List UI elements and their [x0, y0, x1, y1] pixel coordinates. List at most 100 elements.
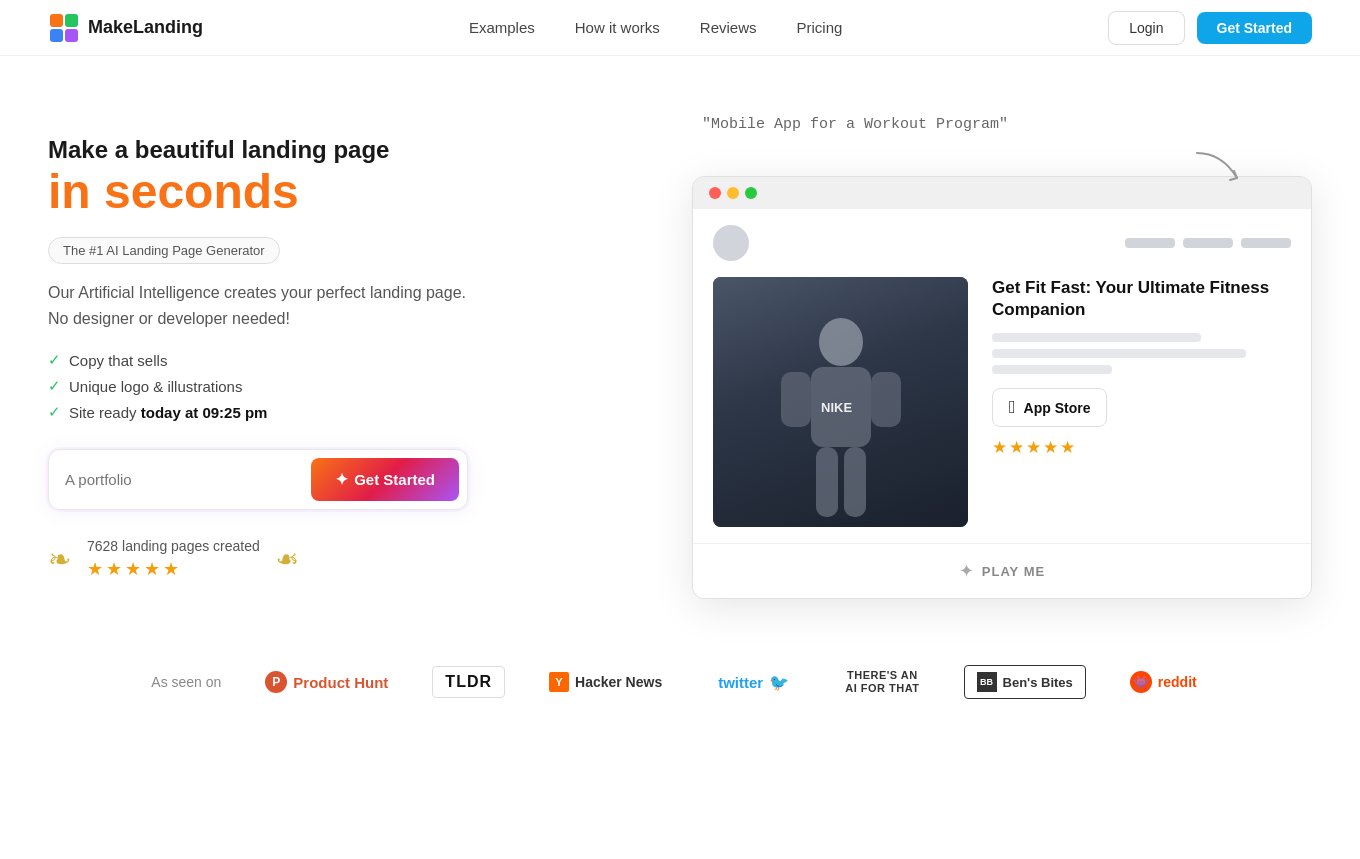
site-ready-time: today at 09:25 pm [141, 404, 268, 421]
preview-page-title: Get Fit Fast: Your Ultimate Fitness Comp… [992, 277, 1291, 321]
hero-section: Make a beautiful landing page in seconds… [0, 56, 1360, 639]
page-logo-circle [713, 225, 749, 261]
hero-badge: The #1 AI Landing Page Generator [48, 237, 280, 264]
feature-logo-text: Unique logo & illustrations [69, 378, 242, 395]
hero-input[interactable] [65, 471, 311, 488]
svg-rect-7 [781, 372, 811, 427]
brand-tldr[interactable]: TLDR [432, 666, 505, 698]
prompt-label: "Mobile App for a Workout Program" [702, 116, 1008, 133]
bensbites-label: Ben's Bites [1003, 675, 1073, 690]
hero-star-1: ★ [87, 558, 103, 580]
nav-links: Examples How it works Reviews Pricing [469, 19, 842, 36]
nav-link-pricing[interactable]: Pricing [796, 19, 842, 36]
bensbites-icon: BB [977, 672, 997, 692]
stats-text: 7628 landing pages created [87, 538, 260, 554]
apple-icon:  [1009, 397, 1016, 418]
hackernews-icon: Y [549, 672, 569, 692]
hero-title: Make a beautiful landing page in seconds [48, 136, 468, 219]
text-placeholder-line-1 [992, 333, 1201, 342]
reddit-label: reddit [1158, 674, 1197, 690]
hero-stats: ❧ 7628 landing pages created ★ ★ ★ ★ ★ ❧ [48, 538, 468, 580]
nav-placeholder-line-2 [1183, 238, 1233, 248]
page-header-row [713, 225, 1291, 261]
get-started-nav-button[interactable]: Get Started [1197, 12, 1312, 44]
svg-text:NIKE: NIKE [821, 400, 852, 415]
check-icon-3: ✓ [48, 403, 61, 421]
nav-link-examples[interactable]: Examples [469, 19, 535, 36]
theresai-label: THERE'S ANAI FOR THAT [845, 669, 919, 695]
brand-hackernews[interactable]: Y Hacker News [537, 666, 674, 698]
hero-stars-row: ★ ★ ★ ★ ★ [87, 558, 260, 580]
svg-rect-9 [816, 447, 838, 517]
hackernews-label: Hacker News [575, 674, 662, 690]
hero-star-3: ★ [125, 558, 141, 580]
feature-copy-text: Copy that sells [69, 352, 167, 369]
play-icon: ✦ [959, 560, 974, 582]
hero-get-started-button[interactable]: ✦ Get Started [311, 458, 459, 501]
check-icon-1: ✓ [48, 351, 61, 369]
hero-get-started-label: Get Started [354, 471, 435, 488]
check-icon-2: ✓ [48, 377, 61, 395]
hero-star-2: ★ [106, 558, 122, 580]
reddit-icon: 👾 [1130, 671, 1152, 693]
browser-content: NIKE Get Fit Fast: Your Ultimate Fitness… [693, 209, 1311, 543]
page-main-content: NIKE Get Fit Fast: Your Ultimate Fitness… [713, 277, 1291, 527]
text-placeholder-line-2 [992, 349, 1246, 358]
svg-rect-10 [844, 447, 866, 517]
nav-placeholder-line-1 [1125, 238, 1175, 248]
play-me-label: PLAY ME [982, 564, 1045, 579]
hero-title-accent: in seconds [48, 165, 299, 218]
laurel-right-icon: ❧ [276, 543, 299, 576]
nav-link-reviews[interactable]: Reviews [700, 19, 757, 36]
page-text-col: Get Fit Fast: Your Ultimate Fitness Comp… [992, 277, 1291, 458]
brand-twitter[interactable]: twitter 🐦 [706, 667, 801, 698]
brand-reddit[interactable]: 👾 reddit [1118, 665, 1209, 699]
laurel-left-icon: ❧ [48, 543, 71, 576]
browser-mockup: NIKE Get Fit Fast: Your Ultimate Fitness… [692, 176, 1312, 599]
logo[interactable]: MakeLanding [48, 12, 203, 44]
as-seen-on-section: As seen on P Product Hunt TLDR Y Hacker … [0, 639, 1360, 737]
browser-dot-red [709, 187, 721, 199]
hero-input-row: ✦ Get Started [48, 449, 468, 510]
svg-point-5 [819, 318, 863, 366]
play-me-row[interactable]: ✦ PLAY ME [693, 543, 1311, 598]
svg-rect-3 [50, 29, 63, 42]
fitness-image: NIKE [713, 277, 968, 527]
preview-star-4: ★ [1043, 437, 1058, 458]
feature-site-ready: ✓ Site ready today at 09:25 pm [48, 403, 468, 421]
hero-star-4: ★ [144, 558, 160, 580]
feature-site-ready-text: Site ready today at 09:25 pm [69, 404, 267, 421]
svg-rect-4 [65, 29, 78, 42]
producthunt-icon: P [265, 671, 287, 693]
producthunt-label: Product Hunt [293, 674, 388, 691]
hero-title-line1: Make a beautiful landing page [48, 136, 389, 163]
preview-star-3: ★ [1026, 437, 1041, 458]
hero-right: "Mobile App for a Workout Program" [692, 116, 1312, 599]
sparkle-icon: ✦ [335, 470, 348, 489]
tldr-label: TLDR [445, 673, 492, 691]
browser-dot-yellow [727, 187, 739, 199]
brand-bensbites[interactable]: BB Ben's Bites [964, 665, 1086, 699]
login-button[interactable]: Login [1108, 11, 1184, 45]
hero-features-list: ✓ Copy that sells ✓ Unique logo & illust… [48, 351, 468, 421]
brand-theresai[interactable]: THERE'S ANAI FOR THAT [833, 663, 931, 701]
preview-star-2: ★ [1009, 437, 1024, 458]
curved-arrow-icon [1192, 148, 1242, 192]
preview-star-5: ★ [1060, 437, 1075, 458]
nav-link-how-it-works[interactable]: How it works [575, 19, 660, 36]
as-seen-on-label: As seen on [151, 674, 221, 690]
preview-star-1: ★ [992, 437, 1007, 458]
nav-actions: Login Get Started [1108, 11, 1312, 45]
browser-dot-green [745, 187, 757, 199]
preview-rating-stars: ★ ★ ★ ★ ★ [992, 437, 1291, 458]
nav-placeholder-line-3 [1241, 238, 1291, 248]
svg-rect-2 [65, 14, 78, 27]
brand-producthunt[interactable]: P Product Hunt [253, 665, 400, 699]
fitness-silhouette: NIKE [761, 307, 921, 527]
twitter-icon: 🐦 [769, 673, 789, 692]
app-store-button[interactable]:  App Store [992, 388, 1107, 427]
hero-left: Make a beautiful landing page in seconds… [48, 116, 468, 580]
navbar: MakeLanding Examples How it works Review… [0, 0, 1360, 56]
logo-icon [48, 12, 80, 44]
app-store-label: App Store [1024, 400, 1091, 416]
